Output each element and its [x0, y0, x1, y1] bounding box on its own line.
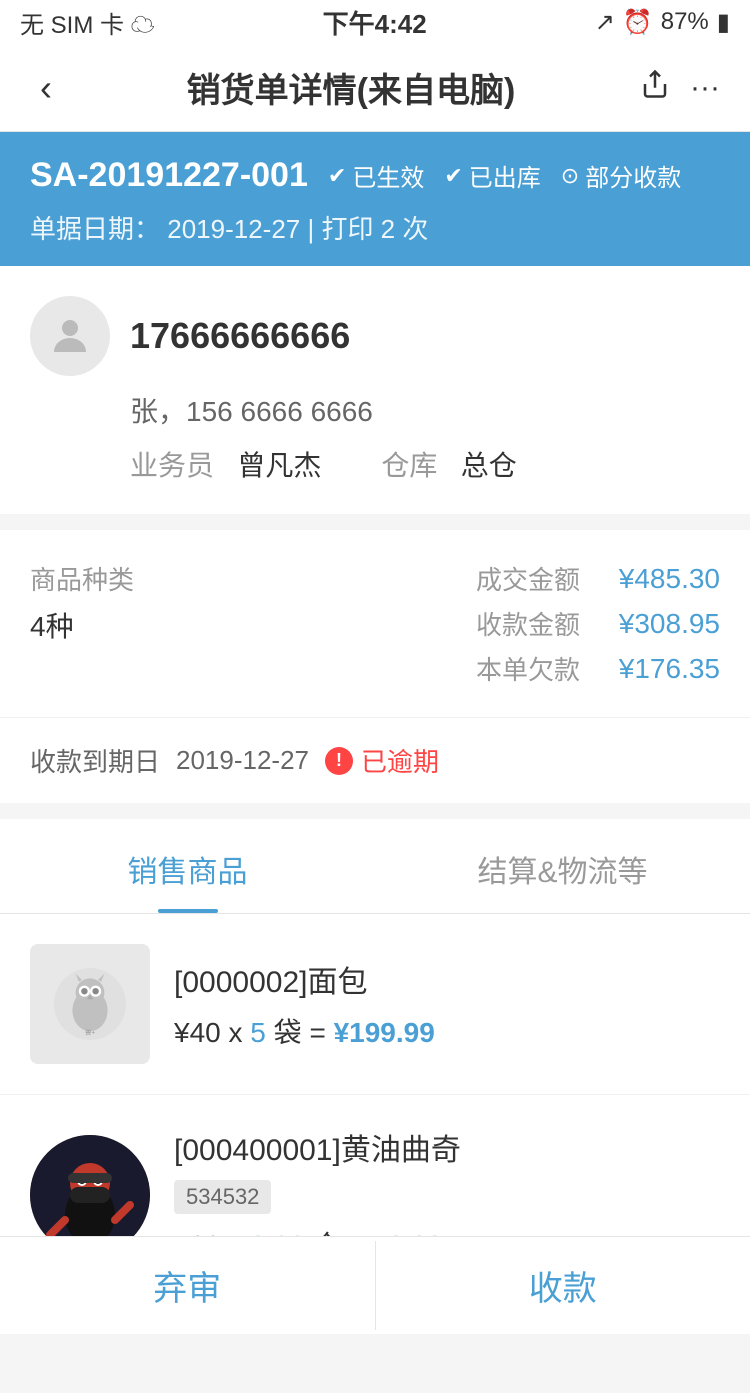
alarm-icon: ⏰ — [623, 8, 653, 37]
nav-right-actions: ··· — [640, 69, 720, 107]
due-date-section: 收款到期日 2019-12-27 ! 已逾期 — [0, 717, 750, 803]
check-icon-1: ✔ — [328, 163, 346, 189]
status-right: ↗ ⏰ 87% ▮ — [595, 8, 730, 37]
divider-1 — [0, 514, 750, 530]
nav-bar: ‹ 销货单详情(来自电脑) ··· — [0, 44, 750, 132]
customer-section: 17666666666 张，156 6666 6666 业务员 曾凡杰 仓库 总… — [0, 266, 750, 514]
sim-status: 无 SIM 卡 ☁ — [20, 5, 155, 40]
product-thumbnail-1: 兽+ — [30, 944, 150, 1064]
overdue-badge: ! 已逾期 — [325, 742, 439, 779]
back-button[interactable]: ‹ — [30, 57, 62, 119]
tabs-section: 销售商品 结算&物流等 — [0, 803, 750, 914]
sales-info: 业务员 曾凡杰 — [130, 444, 321, 484]
customer-meta: 业务员 曾凡杰 仓库 总仓 — [130, 444, 720, 484]
stats-section: 商品种类 4种 成交金额 ¥485.30 收款金额 ¥308.95 本单欠款 ¥… — [0, 530, 750, 717]
product-name-1: [0000002]面包 — [174, 957, 720, 1001]
share-icon[interactable] — [640, 69, 670, 107]
product-name-2: [000400001]黄油曲奇 — [174, 1125, 720, 1169]
product-price-1: ¥40 x 5 袋 = ¥199.99 — [174, 1011, 720, 1051]
status-badge-active: ✔ 已生效 — [328, 158, 424, 193]
avatar — [30, 296, 110, 376]
cancel-review-button[interactable]: 弃审 — [0, 1241, 376, 1330]
collection-row: 收款金额 ¥308.95 — [476, 605, 720, 642]
status-time: 下午4:42 — [323, 4, 427, 41]
overdue-text: 已逾期 — [361, 742, 439, 779]
customer-id: 17666666666 — [130, 315, 350, 357]
bottom-bar: 弃审 收款 — [0, 1236, 750, 1334]
check-icon-2: ✔ — [444, 163, 462, 189]
status-badge-partial: ⊙ 部分收款 — [561, 158, 681, 193]
warehouse-info: 仓库 总仓 — [381, 444, 516, 484]
battery-status: 87% — [661, 8, 709, 36]
battery-icon: ▮ — [717, 8, 730, 37]
overdue-icon: ! — [325, 747, 353, 775]
tabs-row: 销售商品 结算&物流等 — [0, 819, 750, 914]
status-bar: 无 SIM 卡 ☁ 下午4:42 ↗ ⏰ 87% ▮ — [0, 0, 750, 44]
stats-left: 商品种类 4种 — [30, 560, 134, 645]
customer-row: 17666666666 — [30, 296, 720, 376]
clock-icon: ⊙ — [561, 163, 579, 189]
due-label: 收款到期日 — [30, 742, 160, 779]
stats-right: 成交金额 ¥485.30 收款金额 ¥308.95 本单欠款 ¥176.35 — [476, 560, 720, 687]
debt-row: 本单欠款 ¥176.35 — [476, 650, 720, 687]
product-info-1: [0000002]面包 ¥40 x 5 袋 = ¥199.99 — [174, 957, 720, 1051]
customer-contact: 张，156 6666 6666 — [130, 390, 720, 430]
order-header-banner: SA-20191227-001 ✔ 已生效 ✔ 已出库 ⊙ 部分收款 单据日期：… — [0, 132, 750, 266]
due-date-value: 2019-12-27 — [176, 745, 309, 776]
status-left: 无 SIM 卡 ☁ — [20, 5, 155, 40]
more-icon[interactable]: ··· — [690, 71, 720, 105]
location-icon: ↗ — [595, 8, 615, 37]
page-title: 销货单详情(来自电脑) — [62, 63, 640, 112]
collect-payment-button[interactable]: 收款 — [376, 1241, 750, 1330]
tab-sales-products[interactable]: 销售商品 — [0, 819, 375, 913]
svg-text:兽+: 兽+ — [85, 1027, 95, 1036]
transaction-row: 成交金额 ¥485.30 — [476, 560, 720, 597]
order-id: SA-20191227-001 — [30, 156, 308, 195]
status-badge-shipped: ✔ 已出库 — [444, 158, 540, 193]
tab-settlement[interactable]: 结算&物流等 — [375, 819, 750, 913]
product-item: 兽+ [0000002]面包 ¥40 x 5 袋 = ¥199.99 — [0, 914, 750, 1095]
order-header-row1: SA-20191227-001 ✔ 已生效 ✔ 已出库 ⊙ 部分收款 — [30, 156, 720, 195]
product-sku-2: 534532 — [174, 1180, 271, 1214]
order-date-info: 单据日期： 2019-12-27 | 打印 2 次 — [30, 209, 720, 246]
